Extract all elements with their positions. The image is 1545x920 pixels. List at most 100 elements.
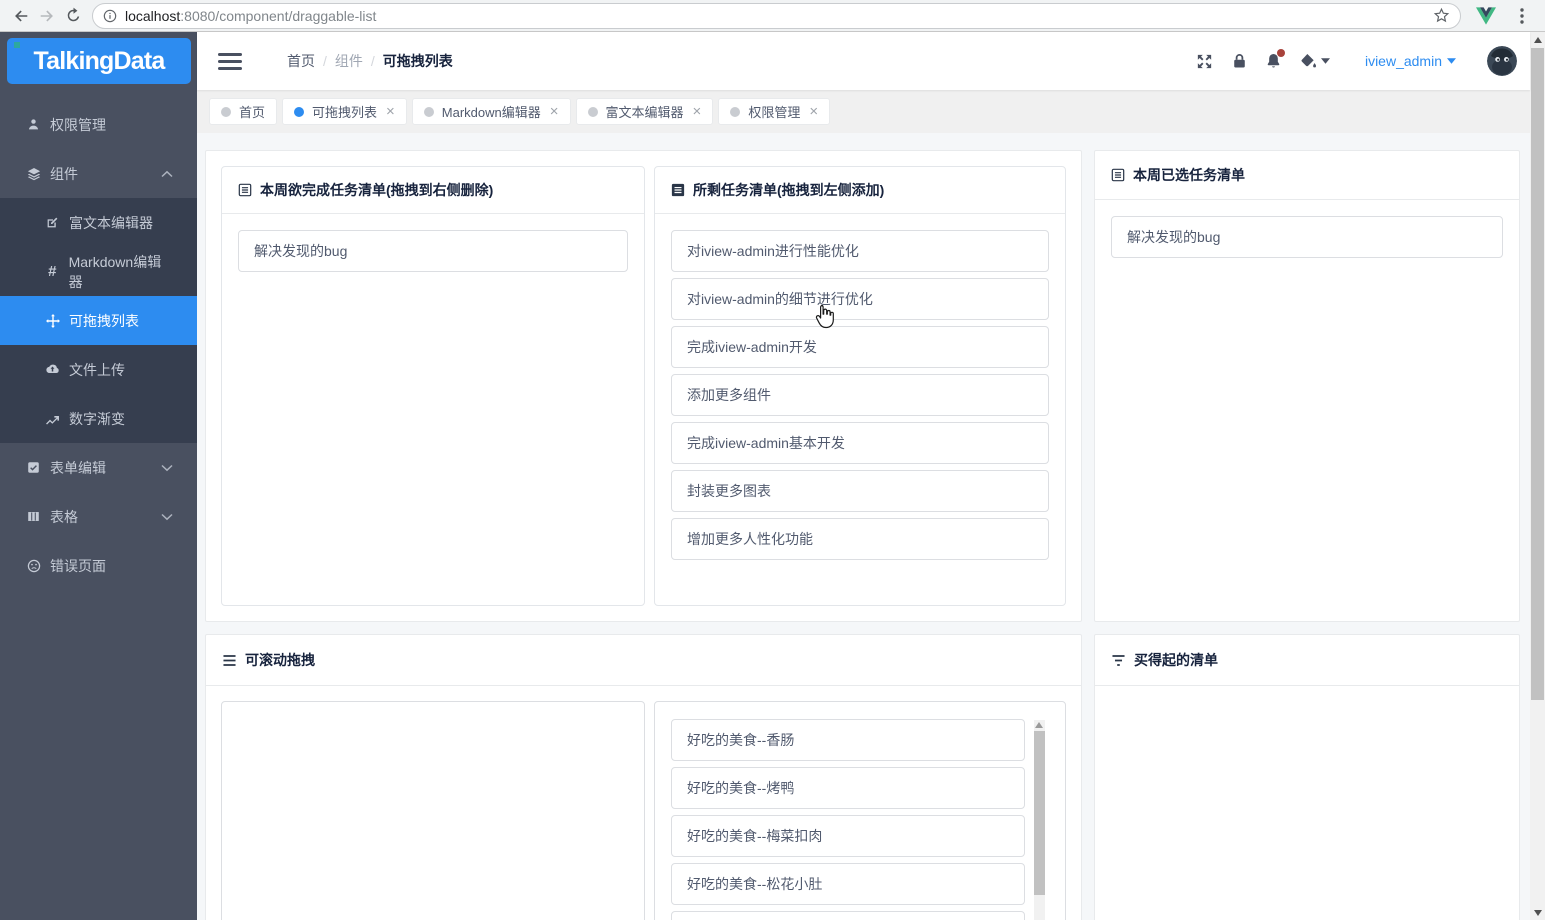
sidebar-item-access[interactable]: 权限管理	[0, 100, 197, 149]
sidebar-submenu-components: 富文本编辑器 # Markdown编辑器 可拖拽列表 文件上传 数字渐变	[0, 198, 197, 443]
tab-dot	[221, 106, 231, 117]
lock-icon[interactable]	[1231, 52, 1248, 70]
sidebar-item-rich-text-editor[interactable]: 富文本编辑器	[0, 198, 197, 247]
user-menu[interactable]: iview_admin	[1365, 53, 1456, 69]
tab-label: 富文本编辑器	[605, 105, 684, 120]
card-title: 可滚动拖拽	[245, 652, 315, 668]
list-outline-icon	[238, 183, 252, 197]
draggable-item[interactable]: 封装更多图表	[671, 470, 1049, 512]
scrollbar-thumb[interactable]	[1531, 48, 1544, 700]
tab-label: Markdown编辑器	[441, 105, 541, 120]
card-title: 本周已选任务清单	[1133, 167, 1245, 183]
scrollable-drag-card: 可滚动拖拽 好吃的美食--香肠 好吃的美食--烤鸭 好吃的美食--梅菜扣肉 好吃…	[205, 634, 1082, 920]
sidebar-item-label: Markdown编辑器	[68, 253, 162, 290]
sidebar-menu: 权限管理 组件 富文本编辑器 # Markdown编辑器 可拖拽列表 文件上传 …	[0, 86, 197, 590]
card-title: 所剩任务清单(拖拽到左侧添加)	[693, 182, 885, 198]
remaining-tasks-header: 所剩任务清单(拖拽到左侧添加)	[655, 167, 1065, 214]
weekly-selected-header: 本周已选任务清单	[1095, 151, 1519, 200]
scrollbar-thumb[interactable]	[1034, 731, 1045, 895]
funnel-icon	[1111, 654, 1126, 667]
browser-forward-button[interactable]	[34, 3, 60, 29]
bookmark-star-icon[interactable]	[1433, 7, 1450, 24]
draggable-item[interactable]: 解决发现的bug	[1111, 216, 1503, 258]
sidebar-item-form-edit[interactable]: 表单编辑	[0, 443, 197, 492]
draggable-item[interactable]: 好吃的美食--松花小肚	[671, 863, 1025, 905]
draggable-item[interactable]: 增加更多人性化功能	[671, 518, 1049, 560]
affordable-drop-zone[interactable]	[1095, 686, 1519, 718]
draggable-item[interactable]: 添加更多组件	[671, 374, 1049, 416]
browser-menu-icon[interactable]	[1509, 3, 1535, 29]
draggable-item[interactable]: 完成iview-admin开发	[671, 326, 1049, 368]
sidebar-item-label: 表格	[50, 508, 78, 525]
tab-home[interactable]: 首页	[209, 98, 278, 125]
chevron-down-icon	[161, 464, 173, 472]
chevron-down-icon	[1447, 58, 1456, 64]
breadcrumb-home[interactable]: 首页	[287, 51, 315, 71]
tab-rich-text-editor[interactable]: 富文本编辑器 ×	[575, 98, 714, 125]
sidebar-item-file-upload[interactable]: 文件上传	[0, 345, 197, 394]
avatar[interactable]	[1487, 46, 1517, 76]
breadcrumb-components[interactable]: 组件	[335, 51, 363, 71]
sidebar-item-number-gradient[interactable]: 数字渐变	[0, 394, 197, 443]
browser-back-button[interactable]	[8, 3, 34, 29]
vue-devtools-icon[interactable]	[1473, 3, 1499, 29]
move-arrows-icon	[43, 313, 62, 328]
tab-dot	[730, 106, 741, 117]
draggable-item[interactable]: 好吃的美食--烧鸡	[671, 911, 1025, 920]
compose-icon	[43, 216, 62, 229]
sidebar-item-table[interactable]: 表格	[0, 492, 197, 541]
notification-bell-icon[interactable]	[1265, 49, 1285, 70]
draggable-item[interactable]: 好吃的美食--烤鸭	[671, 767, 1025, 809]
tab-close-icon[interactable]: ×	[550, 104, 559, 119]
draggable-item[interactable]: 好吃的美食--香肠	[671, 719, 1025, 761]
tab-close-icon[interactable]: ×	[693, 104, 702, 119]
draggable-item[interactable]: 对iview-admin的细节进行优化	[671, 278, 1049, 320]
page-content: 本周欲完成任务清单(拖拽到右侧删除) 解决发现的bug 所剩任务清单(拖拽到左侧…	[197, 133, 1530, 920]
sidebar-item-error-pages[interactable]: 错误页面	[0, 541, 197, 590]
notification-badge	[1276, 49, 1285, 57]
draggable-item[interactable]: 对iview-admin进行性能优化	[671, 230, 1049, 272]
url-text[interactable]: localhost:8080/component/draggable-list	[125, 8, 376, 24]
scrollbar-down-arrow[interactable]	[1530, 905, 1545, 920]
affordable-list-card: 买得起的清单	[1094, 634, 1520, 920]
sidebar-toggle-button[interactable]	[218, 52, 242, 70]
breadcrumb-separator: /	[323, 53, 327, 69]
remaining-tasks-card: 所剩任务清单(拖拽到左侧添加) 对iview-admin进行性能优化 对ivie…	[654, 166, 1066, 606]
url-bar[interactable]: localhost:8080/component/draggable-list	[92, 2, 1461, 29]
tab-access[interactable]: 权限管理 ×	[718, 98, 831, 125]
scrollbar-up-arrow[interactable]	[1035, 722, 1043, 728]
sidebar-item-markdown-editor[interactable]: # Markdown编辑器	[0, 247, 197, 296]
card-title: 买得起的清单	[1134, 652, 1218, 668]
fullscreen-icon[interactable]	[1195, 52, 1214, 71]
breadcrumb-separator: /	[370, 53, 375, 69]
drop-zone-empty[interactable]	[221, 701, 645, 920]
breadcrumb-current: 可拖拽列表	[382, 53, 453, 69]
opened-tabs-bar: 首页 可拖拽列表 × Markdown编辑器 × 富文本编辑器 × 权限管理 ×	[197, 90, 1530, 133]
sidebar: TalkingData 权限管理 组件 富文本编辑器 # Markdown编辑器…	[0, 32, 197, 920]
draggable-item[interactable]: 好吃的美食--梅菜扣肉	[671, 815, 1025, 857]
tab-close-icon[interactable]: ×	[809, 104, 818, 119]
site-info-icon[interactable]	[103, 9, 117, 23]
sidebar-item-components[interactable]: 组件	[0, 149, 197, 198]
scrollbar-up-arrow[interactable]	[1530, 32, 1545, 47]
tab-dot	[587, 106, 598, 117]
tab-close-icon[interactable]: ×	[386, 104, 395, 119]
draggable-item[interactable]: 完成iview-admin基本开发	[671, 422, 1049, 464]
browser-reload-button[interactable]	[60, 3, 86, 29]
theme-bucket-icon[interactable]	[1299, 52, 1330, 70]
menu-lines-icon	[222, 654, 237, 667]
tab-draggable-list[interactable]: 可拖拽列表 ×	[282, 98, 407, 125]
list-filled-icon	[671, 183, 685, 197]
layers-icon	[24, 167, 43, 181]
sidebar-item-label: 富文本编辑器	[69, 214, 153, 231]
list-scrollbar[interactable]	[1034, 720, 1045, 920]
draggable-cards-container: 本周欲完成任务清单(拖拽到右侧删除) 解决发现的bug 所剩任务清单(拖拽到左侧…	[205, 150, 1082, 622]
sidebar-item-label: 权限管理	[50, 116, 106, 133]
app-logo[interactable]: TalkingData	[7, 38, 191, 84]
sidebar-item-draggable-list[interactable]: 可拖拽列表	[0, 296, 197, 345]
breadcrumb: 首页 / 组件 / 可拖拽列表	[287, 51, 453, 71]
page-scrollbar[interactable]	[1530, 32, 1545, 920]
draggable-item[interactable]: 解决发现的bug	[238, 230, 628, 272]
tab-markdown-editor[interactable]: Markdown编辑器 ×	[411, 98, 571, 125]
app-header: 首页 / 组件 / 可拖拽列表 iview_admin	[197, 32, 1530, 90]
